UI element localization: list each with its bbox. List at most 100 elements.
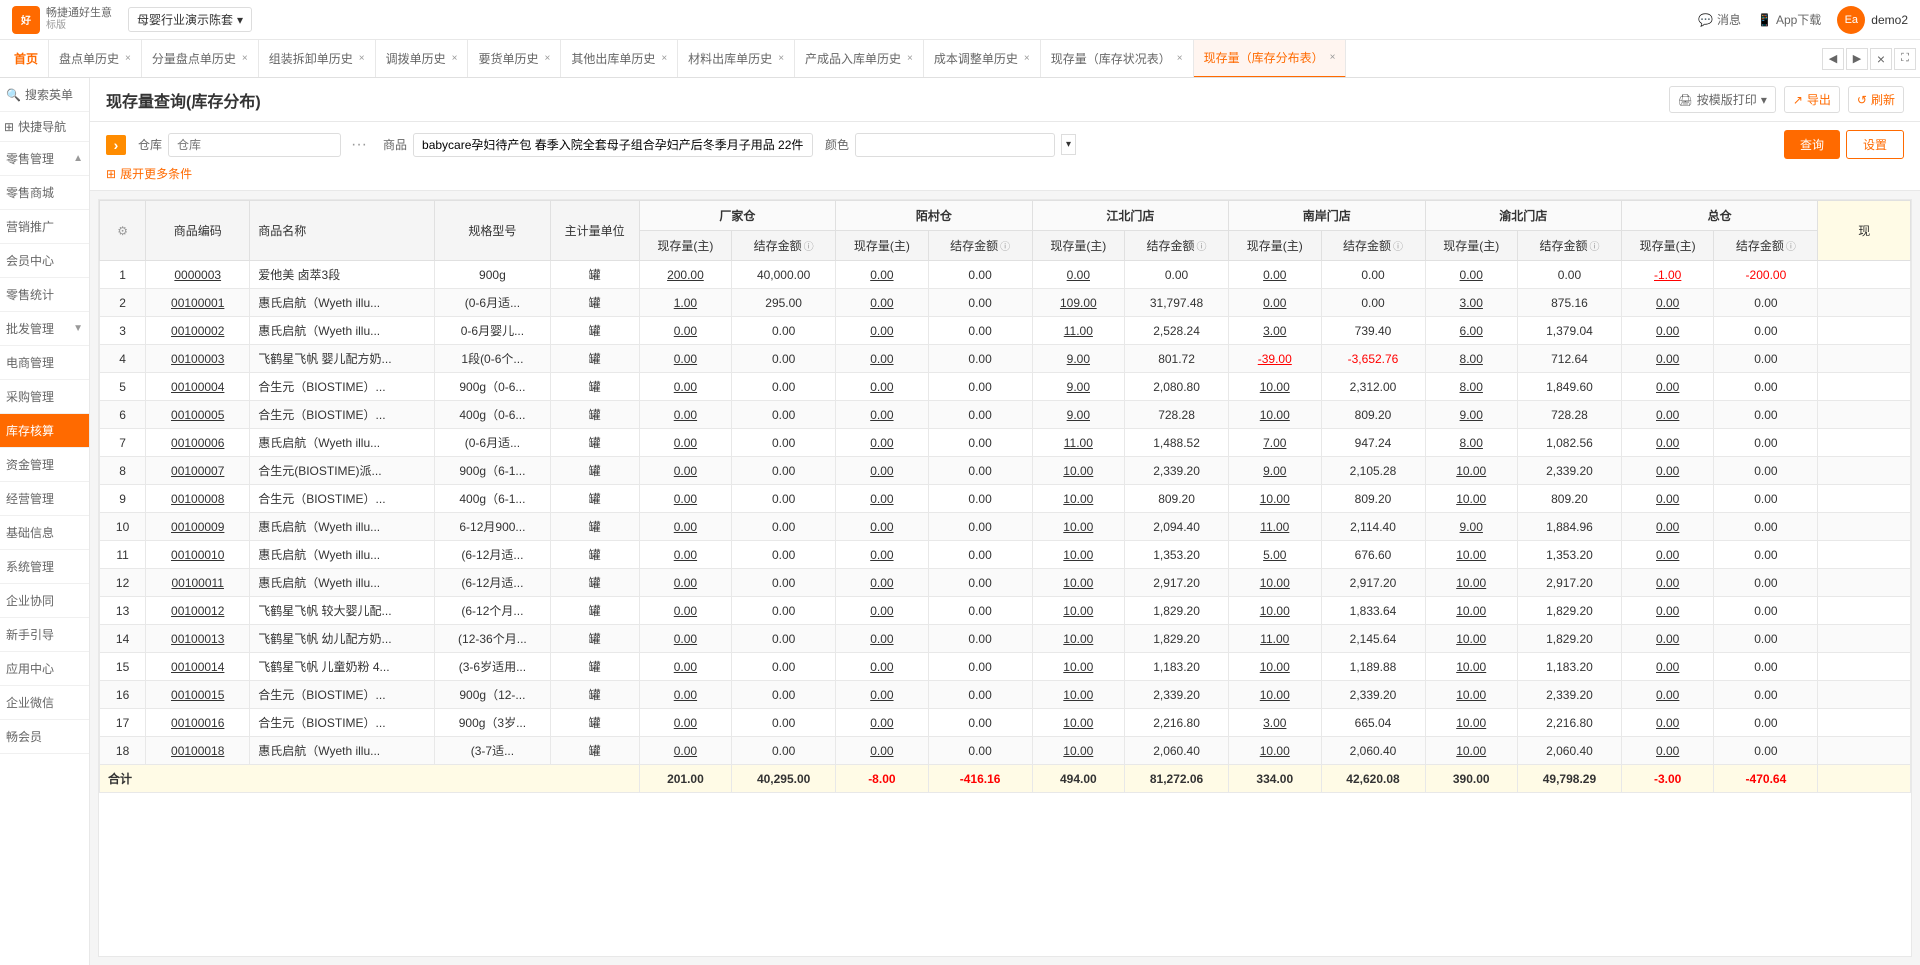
- cell-vil-qty[interactable]: 0.00: [836, 541, 928, 569]
- cell-na-qty[interactable]: 5.00: [1229, 541, 1321, 569]
- sidebar-item-apps[interactable]: 应用中心: [0, 652, 89, 686]
- cell-fac-qty[interactable]: 0.00: [639, 681, 731, 709]
- cell-yb-qty[interactable]: 10.00: [1425, 709, 1517, 737]
- sidebar-item-retail-stats[interactable]: 零售统计: [0, 278, 89, 312]
- cell-vil-qty[interactable]: 0.00: [836, 569, 928, 597]
- sidebar-item-marketing[interactable]: 营销推广: [0, 210, 89, 244]
- cell-vil-qty[interactable]: 0.00: [836, 681, 928, 709]
- close-tab-cost-adjust[interactable]: ×: [1024, 53, 1030, 64]
- sidebar-item-search[interactable]: 🔍 搜索英单: [0, 78, 89, 112]
- cell-fac-qty[interactable]: 0.00: [639, 401, 731, 429]
- cell-jb-qty[interactable]: 9.00: [1032, 373, 1124, 401]
- cell-yb-qty[interactable]: 9.00: [1425, 401, 1517, 429]
- cell-vil-qty[interactable]: 0.00: [836, 597, 928, 625]
- app-download-btn[interactable]: 📱 App下载: [1757, 11, 1821, 28]
- cell-jb-qty[interactable]: 10.00: [1032, 737, 1124, 765]
- cell-tot-qty[interactable]: 0.00: [1621, 429, 1713, 457]
- na-amt-info-icon[interactable]: ⓘ: [1393, 242, 1403, 253]
- sidebar-item-basic[interactable]: 基础信息: [0, 516, 89, 550]
- cell-yb-qty[interactable]: 10.00: [1425, 541, 1517, 569]
- vil-amt-info-icon[interactable]: ⓘ: [1000, 242, 1010, 253]
- cell-na-qty[interactable]: 3.00: [1229, 317, 1321, 345]
- sidebar-item-operation[interactable]: 经营管理: [0, 482, 89, 516]
- query-btn[interactable]: 查询: [1784, 130, 1840, 159]
- cell-yb-qty[interactable]: 8.00: [1425, 429, 1517, 457]
- cell-jb-qty[interactable]: 9.00: [1032, 401, 1124, 429]
- cell-fac-qty[interactable]: 0.00: [639, 317, 731, 345]
- cell-yb-qty[interactable]: 0.00: [1425, 261, 1517, 289]
- cell-na-qty[interactable]: 9.00: [1229, 457, 1321, 485]
- sidebar-item-retail-shop[interactable]: 零售商城: [0, 176, 89, 210]
- cell-na-qty[interactable]: 10.00: [1229, 653, 1321, 681]
- cell-jb-qty[interactable]: 10.00: [1032, 457, 1124, 485]
- nav-next-btn[interactable]: ▶: [1846, 48, 1868, 70]
- close-tab-product-in[interactable]: ×: [907, 53, 913, 64]
- cell-fac-qty[interactable]: 200.00: [639, 261, 731, 289]
- cell-yb-qty[interactable]: 10.00: [1425, 485, 1517, 513]
- cell-jb-qty[interactable]: 10.00: [1032, 513, 1124, 541]
- cell-fac-qty[interactable]: 0.00: [639, 653, 731, 681]
- tab-allocation[interactable]: 调拨单历史 ×: [376, 40, 469, 78]
- cell-yb-qty[interactable]: 10.00: [1425, 457, 1517, 485]
- cell-code[interactable]: 00100014: [146, 653, 250, 681]
- cell-fac-qty[interactable]: 0.00: [639, 541, 731, 569]
- cell-fac-qty[interactable]: 0.00: [639, 709, 731, 737]
- cell-jb-qty[interactable]: 10.00: [1032, 597, 1124, 625]
- sidebar-item-wechat[interactable]: 企业微信: [0, 686, 89, 720]
- close-tab-order[interactable]: ×: [544, 53, 550, 64]
- cell-fac-qty[interactable]: 0.00: [639, 457, 731, 485]
- nav-close-all-btn[interactable]: ×: [1870, 48, 1892, 70]
- cell-yb-qty[interactable]: 10.00: [1425, 597, 1517, 625]
- cell-yb-qty[interactable]: 9.00: [1425, 513, 1517, 541]
- cell-na-qty[interactable]: 10.00: [1229, 373, 1321, 401]
- cell-jb-qty[interactable]: 10.00: [1032, 569, 1124, 597]
- cell-na-qty[interactable]: 11.00: [1229, 625, 1321, 653]
- export-btn[interactable]: ↗ 导出: [1784, 86, 1840, 113]
- cell-yb-qty[interactable]: 10.00: [1425, 569, 1517, 597]
- cell-code[interactable]: 00100009: [146, 513, 250, 541]
- cell-tot-qty[interactable]: 0.00: [1621, 317, 1713, 345]
- filter-expand-btn[interactable]: ⊞ 展开更多条件: [106, 165, 1904, 182]
- cell-vil-qty[interactable]: 0.00: [836, 373, 928, 401]
- cell-code[interactable]: 00100018: [146, 737, 250, 765]
- close-tab-allocation[interactable]: ×: [452, 53, 458, 64]
- suite-selector[interactable]: 母婴行业演示陈套 ▾: [128, 7, 252, 32]
- cell-jb-qty[interactable]: 10.00: [1032, 485, 1124, 513]
- cell-yb-qty[interactable]: 8.00: [1425, 345, 1517, 373]
- tab-branch-stocktake[interactable]: 分量盘点单历史 ×: [142, 40, 259, 78]
- close-tab-stock-dist[interactable]: ×: [1330, 52, 1336, 63]
- sidebar-item-stock[interactable]: 库存核算: [0, 414, 89, 448]
- tab-material-out[interactable]: 材料出库单历史 ×: [678, 40, 795, 78]
- cell-na-qty[interactable]: 0.00: [1229, 261, 1321, 289]
- cell-fac-qty[interactable]: 0.00: [639, 513, 731, 541]
- cell-tot-qty[interactable]: 0.00: [1621, 653, 1713, 681]
- cell-fac-qty[interactable]: 0.00: [639, 373, 731, 401]
- color-dropdown-btn[interactable]: ▾: [1061, 134, 1076, 155]
- cell-vil-qty[interactable]: 0.00: [836, 261, 928, 289]
- cell-yb-qty[interactable]: 8.00: [1425, 373, 1517, 401]
- tab-stock-dist[interactable]: 现存量（库存分布表） ×: [1194, 40, 1347, 78]
- cell-tot-qty[interactable]: 0.00: [1621, 681, 1713, 709]
- cell-jb-qty[interactable]: 0.00: [1032, 261, 1124, 289]
- cell-fac-qty[interactable]: 1.00: [639, 289, 731, 317]
- sidebar-item-shortcut[interactable]: ⊞ 快捷导航: [0, 112, 89, 142]
- sidebar-item-member[interactable]: 会员中心: [0, 244, 89, 278]
- cell-tot-qty[interactable]: 0.00: [1621, 625, 1713, 653]
- cell-na-qty[interactable]: 0.00: [1229, 289, 1321, 317]
- tab-stocktake[interactable]: 盘点单历史 ×: [49, 40, 142, 78]
- cell-code[interactable]: 00100013: [146, 625, 250, 653]
- cell-tot-qty[interactable]: 0.00: [1621, 373, 1713, 401]
- cell-na-qty[interactable]: 11.00: [1229, 513, 1321, 541]
- close-tab-stocktake[interactable]: ×: [125, 53, 131, 64]
- cell-code[interactable]: 00100005: [146, 401, 250, 429]
- cell-yb-qty[interactable]: 10.00: [1425, 653, 1517, 681]
- close-tab-material-out[interactable]: ×: [778, 53, 784, 64]
- color-input[interactable]: [855, 133, 1055, 157]
- cell-tot-qty[interactable]: 0.00: [1621, 541, 1713, 569]
- cell-jb-qty[interactable]: 11.00: [1032, 429, 1124, 457]
- cell-na-qty[interactable]: 10.00: [1229, 485, 1321, 513]
- cell-code[interactable]: 00100003: [146, 345, 250, 373]
- filter-toggle-btn[interactable]: ›: [106, 135, 126, 155]
- cell-na-qty[interactable]: 10.00: [1229, 569, 1321, 597]
- cell-vil-qty[interactable]: 0.00: [836, 737, 928, 765]
